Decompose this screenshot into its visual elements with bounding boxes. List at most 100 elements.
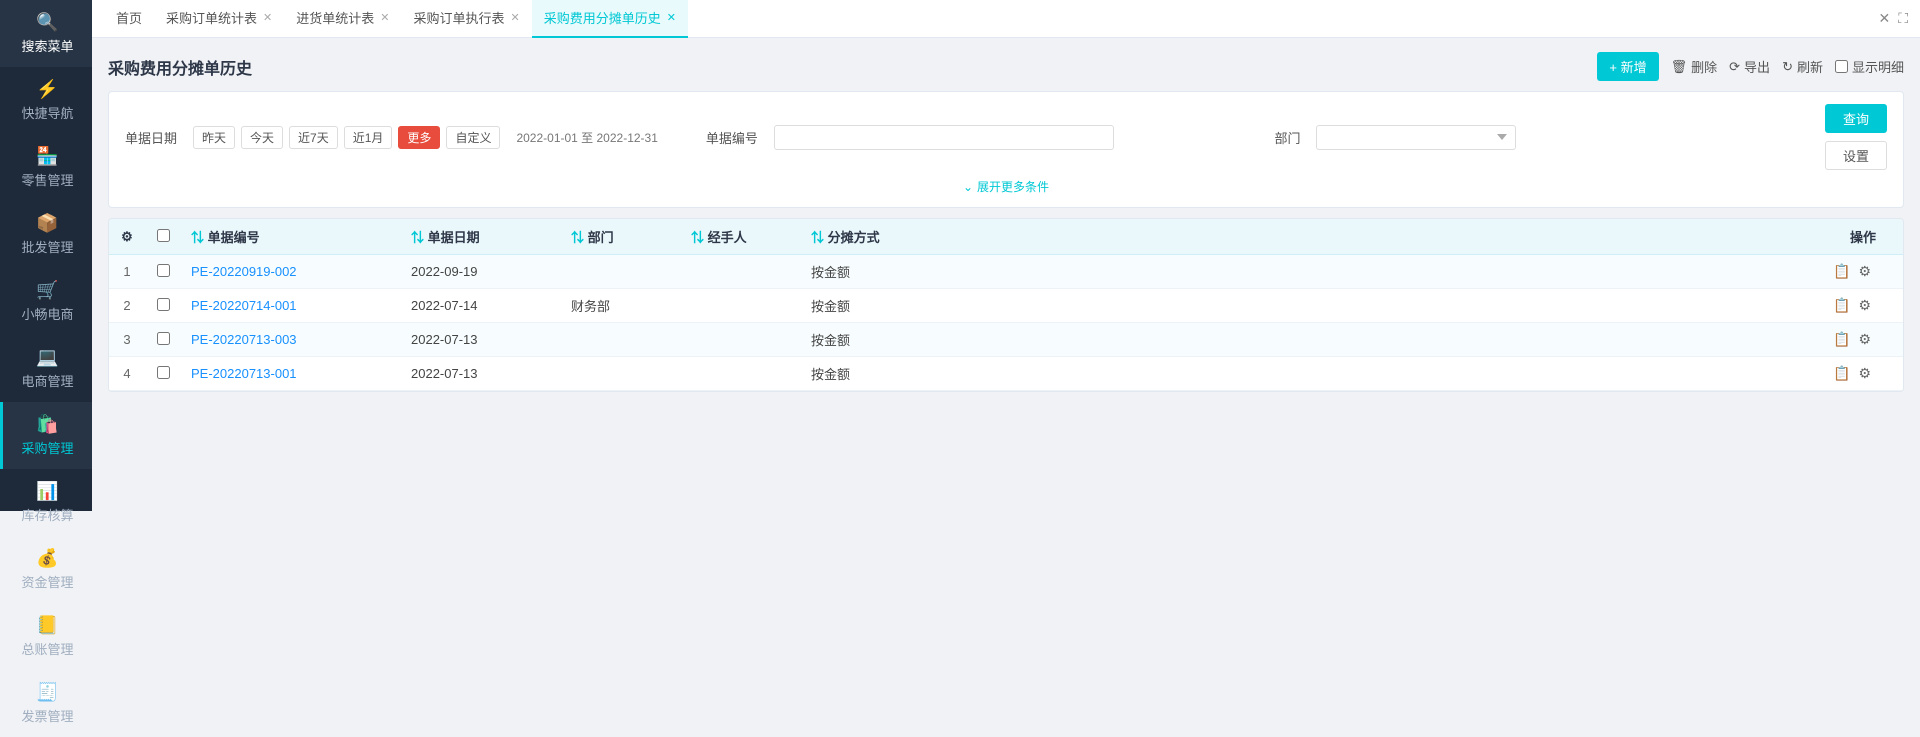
date-btn-yesterday[interactable]: 昨天 xyxy=(193,126,235,149)
date-btn-more[interactable]: 更多 xyxy=(398,126,440,149)
date-btn-custom[interactable]: 自定义 xyxy=(446,126,500,149)
sidebar-item-label: 快捷导航 xyxy=(21,106,73,121)
sidebar-item-label: 搜索菜单 xyxy=(21,39,73,54)
row-select-checkbox[interactable] xyxy=(157,366,170,379)
row-edit-icon[interactable]: 📋 xyxy=(1833,365,1850,382)
date-btn-1month[interactable]: 近1月 xyxy=(344,126,393,149)
doc-no-label: 单据编号 xyxy=(706,128,758,147)
row-select-checkbox[interactable] xyxy=(157,264,170,277)
fullscreen-icon[interactable]: ⛶ xyxy=(1898,10,1908,27)
col-settings-icon[interactable]: ⚙ xyxy=(109,219,145,255)
sidebar-item-invoice[interactable]: 🧾 发票管理 xyxy=(0,670,92,737)
date-filter-label: 单据日期 xyxy=(125,128,177,147)
row-checkbox[interactable] xyxy=(145,255,181,289)
tab-inbound-stats-close[interactable]: ✕ xyxy=(380,11,389,24)
sidebar-item-ledger[interactable]: 📒 总账管理 xyxy=(0,603,92,670)
date-btn-7days[interactable]: 近7天 xyxy=(289,126,338,149)
table-row: 4 PE-20220713-001 2022-07-13 按金额 📋 ⚙ xyxy=(109,357,1903,391)
row-doc-no: PE-20220713-001 xyxy=(181,357,401,391)
col-method-sort-icon[interactable]: ⇅ xyxy=(811,230,824,245)
query-button[interactable]: 查询 xyxy=(1825,104,1887,133)
doc-no-link[interactable]: PE-20220714-001 xyxy=(191,298,297,313)
doc-no-link[interactable]: PE-20220713-001 xyxy=(191,366,297,381)
row-num: 2 xyxy=(109,289,145,323)
table-header-row: ⚙ ⇅ 单据编号 ⇅ 单据日期 ⇅ 部门 xyxy=(109,219,1903,255)
main-area: 首页 采购订单统计表 ✕ 进货单统计表 ✕ 采购订单执行表 ✕ 采购费用分摊单历… xyxy=(92,0,1920,511)
row-num: 4 xyxy=(109,357,145,391)
sidebar-item-inventory[interactable]: 📊 库存核算 xyxy=(0,469,92,536)
delete-button[interactable]: 🗑 删除 xyxy=(1671,57,1718,76)
sidebar-item-quicknav[interactable]: ⚡ 快捷导航 xyxy=(0,67,92,134)
export-button[interactable]: ⟳ 导出 xyxy=(1729,57,1770,76)
dept-select[interactable]: 财务部 xyxy=(1316,125,1516,150)
tab-purchase-order-stats-close[interactable]: ✕ xyxy=(263,11,272,24)
sidebar-item-label: 发票管理 xyxy=(21,709,73,724)
quicknav-icon: ⚡ xyxy=(3,79,92,100)
row-ops: 📋 ⚙ xyxy=(1823,357,1903,391)
refresh-icon: ↻ xyxy=(1782,59,1793,75)
tab-purchase-order-exec[interactable]: 采购订单执行表 ✕ xyxy=(401,0,531,38)
col-dept-sort-icon[interactable]: ⇅ xyxy=(571,230,584,245)
row-edit-icon[interactable]: 📋 xyxy=(1833,331,1850,348)
col-checkbox-header[interactable] xyxy=(145,219,181,255)
sidebar-item-ecomm[interactable]: 💻 电商管理 xyxy=(0,335,92,402)
row-dept: 财务部 xyxy=(561,289,681,323)
row-checkbox[interactable] xyxy=(145,357,181,391)
sidebar-item-ecommsmall[interactable]: 🛒 小畅电商 xyxy=(0,268,92,335)
col-date: ⇅ 单据日期 xyxy=(401,219,561,255)
row-edit-icon[interactable]: 📋 xyxy=(1833,297,1850,314)
row-method: 按金额 xyxy=(801,357,1823,391)
row-checkbox[interactable] xyxy=(145,289,181,323)
date-range-display: 2022-01-01 至 2022-12-31 xyxy=(516,129,657,146)
export-label: 导出 xyxy=(1744,57,1770,76)
sidebar: 🔍 搜索菜单 ⚡ 快捷导航 🏪 零售管理 📦 批发管理 🛒 小畅电商 💻 电商管… xyxy=(0,0,92,511)
sidebar-item-purchase[interactable]: 🛍️ 采购管理 xyxy=(0,402,92,469)
sidebar-item-retail[interactable]: 🏪 零售管理 xyxy=(0,134,92,201)
col-doc-no-sort-icon[interactable]: ⇅ xyxy=(191,230,204,245)
col-method-label: 分摊方式 xyxy=(828,230,880,245)
show-cols-checkbox[interactable] xyxy=(1835,60,1848,73)
row-doc-no: PE-20220713-003 xyxy=(181,323,401,357)
add-button[interactable]: + 新增 xyxy=(1597,52,1658,81)
row-more-icon[interactable]: ⚙ xyxy=(1858,331,1871,348)
doc-no-input[interactable] xyxy=(774,125,1114,150)
row-date: 2022-07-13 xyxy=(401,357,561,391)
row-more-icon[interactable]: ⚙ xyxy=(1858,297,1871,314)
search-icon: 🔍 xyxy=(3,12,92,33)
close-all-tabs-icon[interactable]: ✕ xyxy=(1878,10,1890,27)
filter-row-2: ⌄ 展开更多条件 xyxy=(125,178,1887,195)
row-more-icon[interactable]: ⚙ xyxy=(1858,365,1871,382)
col-handler-sort-icon[interactable]: ⇅ xyxy=(691,230,704,245)
content-area: 采购费用分摊单历史 + 新增 🗑 删除 ⟳ 导出 ↻ 刷新 显示明细 xyxy=(92,38,1920,511)
doc-no-link[interactable]: PE-20220713-003 xyxy=(191,332,297,347)
finance-icon: 💰 xyxy=(3,548,92,569)
settings-button[interactable]: 设置 xyxy=(1825,141,1887,170)
tab-purchase-cost-history-close[interactable]: ✕ xyxy=(667,11,676,24)
ecommsmall-icon: 🛒 xyxy=(3,280,92,301)
col-doc-no-label: 单据编号 xyxy=(208,230,260,245)
tab-home[interactable]: 首页 xyxy=(104,0,154,38)
tab-purchase-order-exec-close[interactable]: ✕ xyxy=(511,11,520,24)
expand-label: 展开更多条件 xyxy=(977,178,1049,195)
doc-no-link[interactable]: PE-20220919-002 xyxy=(191,264,297,279)
row-select-checkbox[interactable] xyxy=(157,298,170,311)
sidebar-item-search[interactable]: 🔍 搜索菜单 xyxy=(0,0,92,67)
row-more-icon[interactable]: ⚙ xyxy=(1858,263,1871,280)
expand-more-btn[interactable]: ⌄ 展开更多条件 xyxy=(946,178,1066,195)
col-date-sort-icon[interactable]: ⇅ xyxy=(411,230,424,245)
row-select-checkbox[interactable] xyxy=(157,332,170,345)
col-handler-label: 经手人 xyxy=(708,230,747,245)
table-row: 1 PE-20220919-002 2022-09-19 按金额 📋 ⚙ xyxy=(109,255,1903,289)
tab-purchase-cost-history[interactable]: 采购费用分摊单历史 ✕ xyxy=(532,0,688,38)
date-btn-today[interactable]: 今天 xyxy=(241,126,283,149)
tab-purchase-order-stats[interactable]: 采购订单统计表 ✕ xyxy=(154,0,284,38)
row-checkbox[interactable] xyxy=(145,323,181,357)
show-cols-toggle[interactable]: 显示明细 xyxy=(1835,57,1904,76)
sidebar-item-finance[interactable]: 💰 资金管理 xyxy=(0,536,92,603)
row-edit-icon[interactable]: 📋 xyxy=(1833,263,1850,280)
sidebar-item-label: 总账管理 xyxy=(21,642,73,657)
refresh-button[interactable]: ↻ 刷新 xyxy=(1782,57,1823,76)
tab-inbound-stats[interactable]: 进货单统计表 ✕ xyxy=(284,0,401,38)
sidebar-item-wholesale[interactable]: 📦 批发管理 xyxy=(0,201,92,268)
select-all-checkbox[interactable] xyxy=(157,229,170,242)
